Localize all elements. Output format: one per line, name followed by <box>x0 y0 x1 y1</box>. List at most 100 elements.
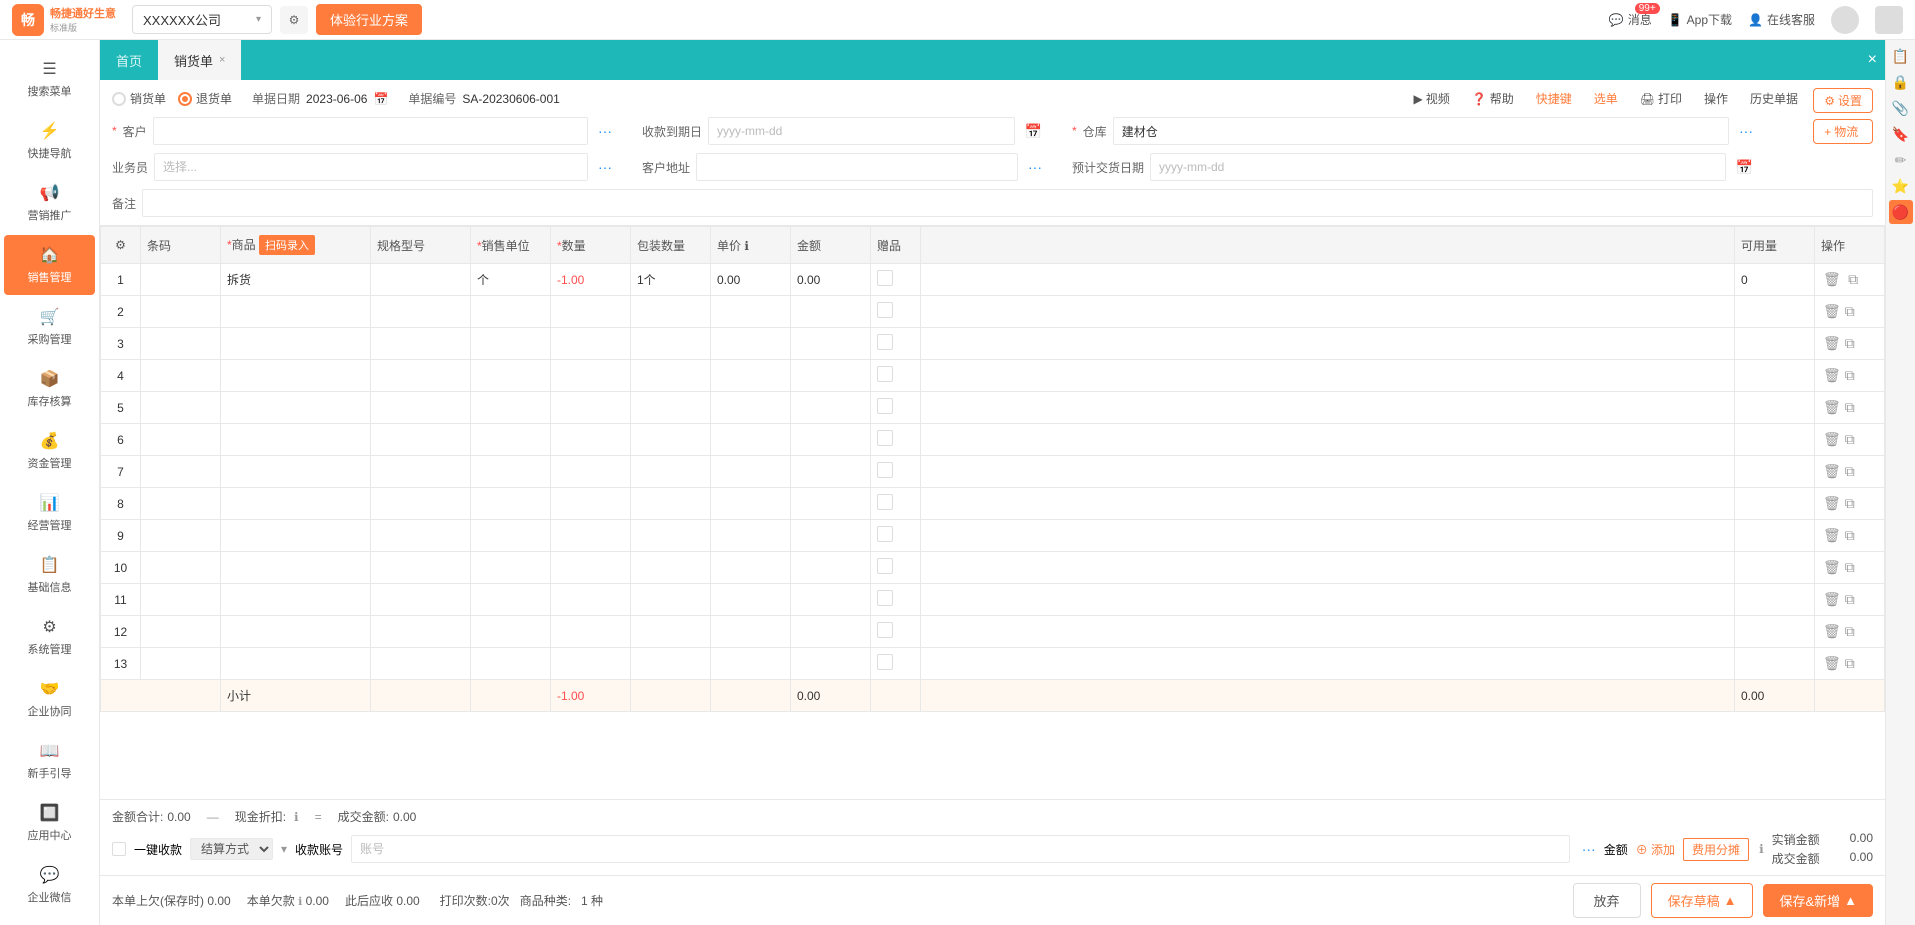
delete-icon[interactable]: 🗑 <box>1823 399 1841 415</box>
right-panel-btn-1[interactable]: 📋 <box>1889 44 1913 68</box>
row-qty[interactable] <box>551 648 631 680</box>
addr-more-icon[interactable]: ··· <box>1028 159 1042 175</box>
copy-icon[interactable]: ⧉ <box>1845 431 1855 447</box>
company-selector[interactable]: XXXXXX公司 ▾ <box>132 5 272 34</box>
sidebar-item-inventory[interactable]: 📦 库存核算 <box>4 359 95 419</box>
row-spec[interactable] <box>371 360 471 392</box>
copy-icon[interactable]: ⧉ <box>1845 463 1855 479</box>
barcode-input[interactable] <box>147 273 214 287</box>
sidebar-item-appstore[interactable]: 🔲 应用中心 <box>4 793 95 853</box>
logistics-button[interactable]: + 物流 <box>1813 119 1873 144</box>
row-product[interactable] <box>221 360 371 392</box>
row-product[interactable] <box>221 520 371 552</box>
row-product[interactable] <box>221 328 371 360</box>
gift-checkbox[interactable] <box>877 398 893 414</box>
row-price[interactable] <box>711 296 791 328</box>
row-qty[interactable] <box>551 296 631 328</box>
delete-icon[interactable]: 🗑 <box>1823 463 1841 479</box>
settings-button[interactable]: ⚙ 设置 <box>1813 88 1873 113</box>
right-panel-btn-7[interactable]: 🔴 <box>1889 200 1913 224</box>
fenyong-info-icon[interactable]: ℹ <box>1759 842 1764 856</box>
tab-home[interactable]: 首页 <box>100 40 158 80</box>
row-product[interactable] <box>221 456 371 488</box>
sidebar-item-capital[interactable]: 💰 资金管理 <box>4 421 95 481</box>
row-price[interactable] <box>711 552 791 584</box>
row-gift[interactable] <box>871 424 921 456</box>
row-spec[interactable] <box>371 616 471 648</box>
row-gift[interactable] <box>871 456 921 488</box>
customer-addr-input[interactable] <box>696 153 1018 181</box>
row-price[interactable] <box>711 424 791 456</box>
delete-icon[interactable]: 🗑 <box>1823 303 1841 319</box>
owe-info-icon[interactable]: ℹ <box>298 896 302 908</box>
row-pkg-qty[interactable] <box>631 552 711 584</box>
row-product[interactable] <box>221 424 371 456</box>
row-product[interactable] <box>221 296 371 328</box>
row-product[interactable] <box>221 488 371 520</box>
row-price[interactable] <box>711 616 791 648</box>
row-unit[interactable] <box>471 488 551 520</box>
gift-checkbox[interactable] <box>877 462 893 478</box>
row-qty[interactable] <box>551 488 631 520</box>
row-product[interactable] <box>221 648 371 680</box>
row-amount[interactable] <box>791 424 871 456</box>
sidebar-item-quick-nav[interactable]: ⚡ 快捷导航 <box>4 111 95 171</box>
customer-input[interactable] <box>153 117 588 145</box>
copy-icon[interactable]: ⧉ <box>1845 591 1855 607</box>
row-spec[interactable] <box>371 488 471 520</box>
row-unit[interactable] <box>471 616 551 648</box>
select-button[interactable]: 选单 <box>1588 88 1624 109</box>
row-gift[interactable] <box>871 520 921 552</box>
sidebar-item-member[interactable]: 🏷 畅会员 <box>4 917 95 925</box>
row-gift[interactable] <box>871 488 921 520</box>
right-panel-btn-4[interactable]: 🔖 <box>1889 122 1913 146</box>
row-spec[interactable] <box>371 456 471 488</box>
row-unit[interactable] <box>471 360 551 392</box>
row-gift[interactable] <box>871 296 921 328</box>
row-product[interactable] <box>221 552 371 584</box>
copy-icon[interactable]: ⧉ <box>1845 303 1855 319</box>
row-gift[interactable] <box>871 264 921 296</box>
row-gift[interactable] <box>871 392 921 424</box>
row-amount[interactable] <box>791 392 871 424</box>
row-pkg-qty[interactable] <box>631 488 711 520</box>
row-pkg-qty[interactable] <box>631 648 711 680</box>
row-amount[interactable] <box>791 296 871 328</box>
row-unit[interactable] <box>471 392 551 424</box>
row-barcode[interactable] <box>141 456 221 488</box>
row-barcode[interactable] <box>141 328 221 360</box>
copy-icon[interactable]: ⧉ <box>1845 335 1855 351</box>
calendar-icon[interactable]: 📅 <box>373 92 388 106</box>
gift-checkbox[interactable] <box>877 494 893 510</box>
row-barcode[interactable] <box>141 264 221 296</box>
copy-icon[interactable]: ⧉ <box>1845 399 1855 415</box>
video-button[interactable]: ▶ 视频 <box>1408 88 1456 109</box>
gift-checkbox[interactable] <box>877 302 893 318</box>
gift-checkbox[interactable] <box>877 270 893 286</box>
gift-checkbox[interactable] <box>877 526 893 542</box>
one-click-checkbox[interactable] <box>112 842 126 856</box>
gift-checkbox[interactable] <box>877 430 893 446</box>
sidebar-item-basic[interactable]: 📋 基础信息 <box>4 545 95 605</box>
row-qty[interactable] <box>551 552 631 584</box>
copy-icon[interactable]: ⧉ <box>1845 495 1855 511</box>
row-price[interactable] <box>711 360 791 392</box>
expected-date-input[interactable] <box>1150 153 1726 181</box>
row-pkg-qty[interactable] <box>631 424 711 456</box>
row-amount[interactable] <box>791 488 871 520</box>
warehouse-more-icon[interactable]: ··· <box>1739 123 1753 139</box>
row-price[interactable] <box>711 520 791 552</box>
row-unit[interactable] <box>471 296 551 328</box>
row-spec[interactable] <box>371 264 471 296</box>
row-amount[interactable] <box>791 552 871 584</box>
row-pkg-qty[interactable] <box>631 360 711 392</box>
row-spec[interactable] <box>371 424 471 456</box>
copy-icon[interactable]: ⧉ <box>1845 559 1855 575</box>
row-spec[interactable] <box>371 520 471 552</box>
delete-icon[interactable]: 🗑 <box>1823 367 1841 383</box>
avatar[interactable] <box>1831 6 1859 34</box>
delete-icon[interactable]: 🗑 <box>1823 655 1841 671</box>
radio-return-order[interactable]: 退货单 <box>178 90 232 107</box>
row-qty[interactable] <box>551 584 631 616</box>
delete-icon[interactable]: 🗑 <box>1823 623 1841 639</box>
